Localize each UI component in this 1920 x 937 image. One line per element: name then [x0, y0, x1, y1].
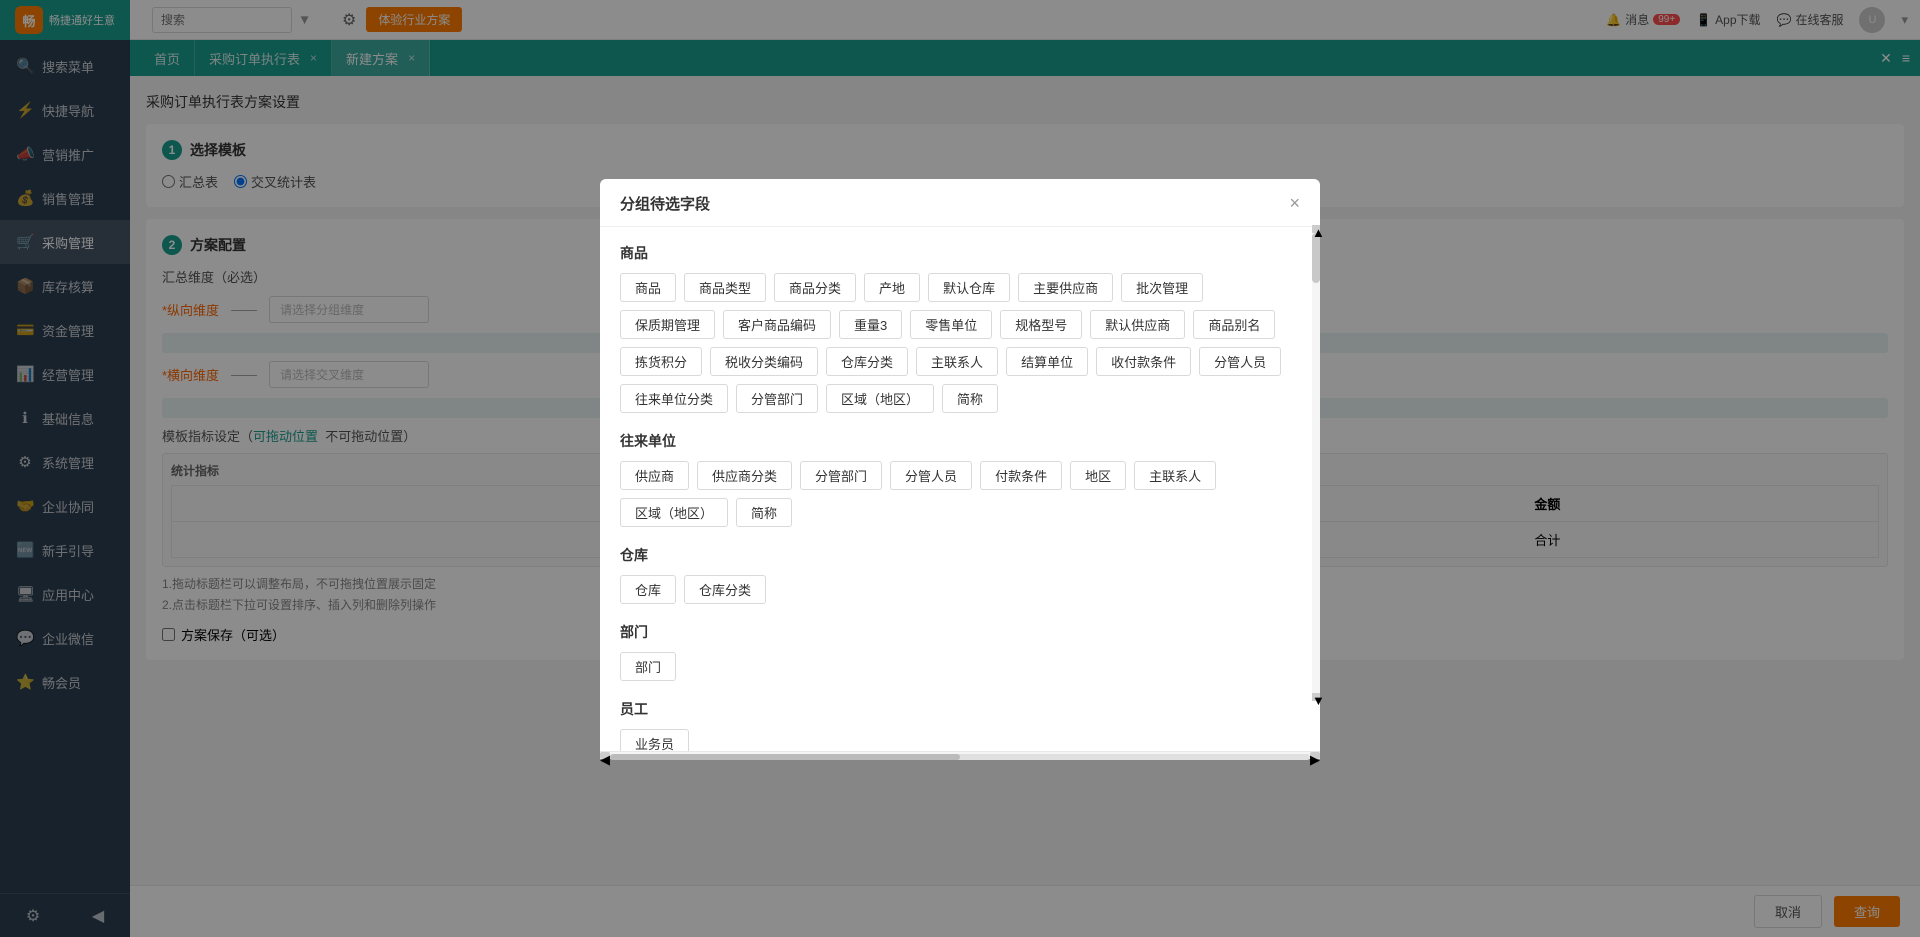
field-tag-customer-code[interactable]: 客户商品编码	[723, 310, 831, 339]
section-warehouse-title: 仓库	[620, 545, 1300, 565]
field-tag-default-warehouse[interactable]: 默认仓库	[928, 273, 1010, 302]
modal-dialog: 分组待选字段 × 商品 商品 商品类型 商品分类 产地 默认仓库 主要供应商 批…	[600, 179, 1320, 759]
modal-body[interactable]: 商品 商品 商品类型 商品分类 产地 默认仓库 主要供应商 批次管理 保质期管理…	[600, 227, 1320, 751]
section-partner-title: 往来单位	[620, 431, 1300, 451]
warehouse-field-tags: 仓库 仓库分类	[620, 575, 1300, 604]
field-tag-supplier[interactable]: 供应商	[620, 461, 689, 490]
field-tag-main-contact[interactable]: 主联系人	[916, 347, 998, 376]
modal-header: 分组待选字段 ×	[600, 179, 1320, 227]
section-dept: 部门 部门	[620, 622, 1300, 681]
field-tag-sales-person[interactable]: 业务员	[620, 729, 689, 751]
hscroll-right-btn[interactable]: ▶	[1310, 752, 1320, 759]
field-tag-supervisor[interactable]: 分管人员	[1199, 347, 1281, 376]
hscroll-left-btn[interactable]: ◀	[600, 752, 610, 759]
vscroll-down-btn[interactable]: ▼	[1312, 693, 1320, 701]
field-tag-weight3[interactable]: 重量3	[839, 310, 902, 339]
hscroll-thumb	[610, 754, 960, 760]
employee-field-tags: 业务员	[620, 729, 1300, 751]
dept-field-tags: 部门	[620, 652, 1300, 681]
field-tag-goods-alias[interactable]: 商品别名	[1193, 310, 1275, 339]
section-dept-title: 部门	[620, 622, 1300, 642]
section-employee: 员工 业务员	[620, 699, 1300, 751]
field-tag-dept-managed[interactable]: 分管部门	[736, 384, 818, 413]
field-tag-partner-contact[interactable]: 主联系人	[1134, 461, 1216, 490]
field-tag-goods-type[interactable]: 商品类型	[684, 273, 766, 302]
section-goods: 商品 商品 商品类型 商品分类 产地 默认仓库 主要供应商 批次管理 保质期管理…	[620, 243, 1300, 413]
field-tag-warehouse[interactable]: 仓库	[620, 575, 676, 604]
field-tag-region-goods[interactable]: 区域（地区）	[826, 384, 934, 413]
field-tag-spec-model[interactable]: 规格型号	[1000, 310, 1082, 339]
hscroll-track	[610, 754, 1310, 760]
field-tag-goods-category[interactable]: 商品分类	[774, 273, 856, 302]
partner-field-tags: 供应商 供应商分类 分管部门 分管人员 付款条件 地区 主联系人 区域（地区） …	[620, 461, 1300, 527]
field-tag-warehouse-category[interactable]: 仓库分类	[826, 347, 908, 376]
field-tag-goods[interactable]: 商品	[620, 273, 676, 302]
goods-field-tags: 商品 商品类型 商品分类 产地 默认仓库 主要供应商 批次管理 保质期管理 客户…	[620, 273, 1300, 413]
section-partner: 往来单位 供应商 供应商分类 分管部门 分管人员 付款条件 地区 主联系人 区域…	[620, 431, 1300, 527]
section-warehouse: 仓库 仓库 仓库分类	[620, 545, 1300, 604]
field-tag-default-supplier[interactable]: 默认供应商	[1090, 310, 1185, 339]
field-tag-partner-supervisor[interactable]: 分管人员	[890, 461, 972, 490]
field-tag-dept[interactable]: 部门	[620, 652, 676, 681]
field-tag-payment-cond[interactable]: 付款条件	[980, 461, 1062, 490]
modal-title: 分组待选字段	[620, 193, 710, 214]
modal-vscrollbar[interactable]: ▲ ▼	[1312, 225, 1320, 701]
field-tag-settlement-unit[interactable]: 结算单位	[1006, 347, 1088, 376]
field-tag-supplier-category[interactable]: 供应商分类	[697, 461, 792, 490]
field-tag-retail-unit[interactable]: 零售单位	[910, 310, 992, 339]
field-tag-partner-region[interactable]: 区域（地区）	[620, 498, 728, 527]
modal-hscrollbar[interactable]: ◀ ▶	[600, 751, 1320, 759]
field-tag-main-supplier[interactable]: 主要供应商	[1018, 273, 1113, 302]
field-tag-partner-abbr[interactable]: 简称	[736, 498, 792, 527]
modal-close-button[interactable]: ×	[1289, 194, 1300, 212]
field-tag-warehouse-cat[interactable]: 仓库分类	[684, 575, 766, 604]
field-tag-partner-category[interactable]: 往来单位分类	[620, 384, 728, 413]
field-tag-payment-terms[interactable]: 收付款条件	[1096, 347, 1191, 376]
field-tag-batch-mgmt[interactable]: 批次管理	[1121, 273, 1203, 302]
vscroll-thumb	[1312, 233, 1320, 283]
modal-overlay: 分组待选字段 × 商品 商品 商品类型 商品分类 产地 默认仓库 主要供应商 批…	[0, 0, 1920, 937]
field-tag-abbr-goods[interactable]: 简称	[942, 384, 998, 413]
field-tag-shelf-life[interactable]: 保质期管理	[620, 310, 715, 339]
section-goods-title: 商品	[620, 243, 1300, 263]
field-tag-tax-code[interactable]: 税收分类编码	[710, 347, 818, 376]
field-tag-pick-points[interactable]: 拣货积分	[620, 347, 702, 376]
field-tag-partner-dept[interactable]: 分管部门	[800, 461, 882, 490]
section-employee-title: 员工	[620, 699, 1300, 719]
field-tag-district[interactable]: 地区	[1070, 461, 1126, 490]
field-tag-origin[interactable]: 产地	[864, 273, 920, 302]
vscroll-up-btn[interactable]: ▲	[1312, 225, 1320, 233]
